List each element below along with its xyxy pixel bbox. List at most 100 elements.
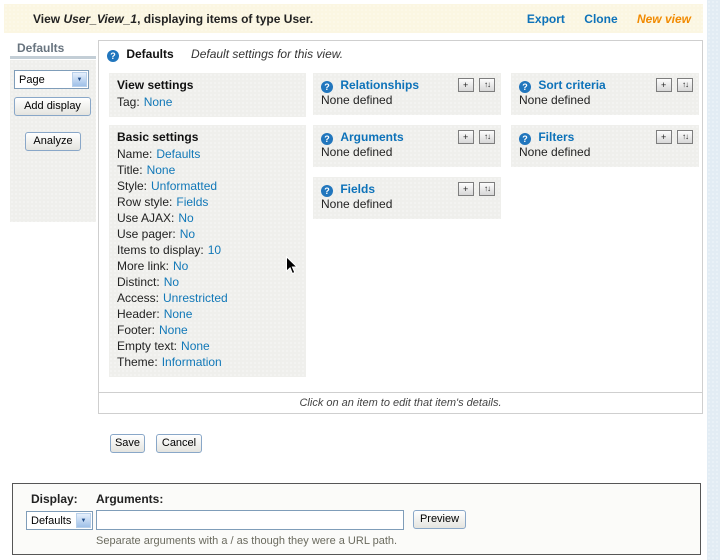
setting-label: Theme: bbox=[117, 355, 158, 369]
display-type-select[interactable]: Page ▼ bbox=[14, 70, 89, 89]
setting-value-link[interactable]: 10 bbox=[208, 243, 221, 257]
box-actions: + ↑↓ bbox=[456, 78, 495, 92]
rearrange-icon[interactable]: ↑↓ bbox=[677, 130, 693, 144]
header-links: Export Clone New view bbox=[511, 12, 691, 26]
box-actions: + ↑↓ bbox=[654, 78, 693, 92]
setting-label: Tag: bbox=[117, 95, 140, 109]
view-settings-title: View settings bbox=[117, 78, 194, 92]
mouse-cursor-icon bbox=[286, 256, 299, 275]
preview-display-label: Display: bbox=[31, 492, 78, 506]
arguments-box: ? Arguments + ↑↓ None defined bbox=[313, 125, 501, 167]
preview-arguments-input[interactable] bbox=[96, 510, 404, 530]
sort-criteria-title-link[interactable]: Sort criteria bbox=[538, 78, 605, 92]
setting-label: Empty text: bbox=[117, 339, 178, 353]
rearrange-icon[interactable]: ↑↓ bbox=[479, 78, 495, 92]
add-icon[interactable]: + bbox=[457, 130, 474, 144]
arguments-title-link[interactable]: Arguments bbox=[340, 130, 403, 144]
relationships-box: ? Relationships + ↑↓ None defined bbox=[313, 73, 501, 115]
setting-value-link[interactable]: Information bbox=[162, 355, 222, 369]
relationships-empty: None defined bbox=[321, 93, 393, 107]
fields-title-link[interactable]: Fields bbox=[340, 182, 375, 196]
setting-label: More link: bbox=[117, 259, 170, 273]
box-actions: + ↑↓ bbox=[456, 182, 495, 196]
help-icon[interactable]: ? bbox=[321, 185, 333, 197]
rearrange-icon[interactable]: ↑↓ bbox=[479, 130, 495, 144]
setting-label: Style: bbox=[117, 179, 148, 193]
help-icon[interactable]: ? bbox=[321, 81, 333, 93]
setting-label: Use pager: bbox=[117, 227, 176, 241]
add-display-button[interactable]: Add display bbox=[14, 97, 91, 116]
relationships-title-link[interactable]: Relationships bbox=[340, 78, 419, 92]
page-title: View User_View_1, displaying items of ty… bbox=[33, 12, 313, 26]
setting-label: Header: bbox=[117, 307, 160, 321]
setting-value-link[interactable]: No bbox=[178, 211, 193, 225]
panel-subtitle: Default settings for this view. bbox=[191, 47, 344, 61]
live-preview-box: Display: Defaults ▼ Arguments: Preview S… bbox=[12, 483, 701, 555]
setting-value-link[interactable]: None bbox=[147, 163, 176, 177]
setting-value-link[interactable]: Fields bbox=[176, 195, 208, 209]
setting-label: Title: bbox=[117, 163, 143, 177]
setting-row: More link: No bbox=[117, 258, 298, 274]
preview-display-select[interactable]: Defaults ▼ bbox=[26, 511, 93, 530]
edit-hint-text: Click on an item to edit that item's det… bbox=[99, 392, 702, 413]
add-icon[interactable]: + bbox=[457, 78, 474, 92]
new-view-link[interactable]: New view bbox=[637, 12, 691, 26]
setting-value-link[interactable]: None bbox=[164, 307, 193, 321]
box-actions: + ↑↓ bbox=[654, 130, 693, 144]
setting-value-link[interactable]: None bbox=[181, 339, 210, 353]
filters-title-link[interactable]: Filters bbox=[538, 130, 574, 144]
add-icon[interactable]: + bbox=[655, 130, 672, 144]
cancel-button[interactable]: Cancel bbox=[156, 434, 202, 453]
setting-row: Title: None bbox=[117, 162, 298, 178]
help-icon[interactable]: ? bbox=[321, 133, 333, 145]
tab-defaults[interactable]: Defaults bbox=[10, 40, 96, 59]
setting-value-link[interactable]: None bbox=[159, 323, 188, 337]
help-icon[interactable]: ? bbox=[519, 81, 531, 93]
chevron-down-icon: ▼ bbox=[72, 72, 87, 87]
help-icon[interactable]: ? bbox=[107, 50, 119, 62]
rearrange-icon[interactable]: ↑↓ bbox=[677, 78, 693, 92]
setting-value-link[interactable]: Unrestricted bbox=[163, 291, 228, 305]
setting-value-link[interactable]: Defaults bbox=[156, 147, 200, 161]
setting-value-link[interactable]: No bbox=[173, 259, 188, 273]
view-header-bar: View User_View_1, displaying items of ty… bbox=[4, 4, 703, 33]
filters-box: ? Filters + ↑↓ None defined bbox=[511, 125, 699, 167]
setting-value-link[interactable]: Unformatted bbox=[151, 179, 217, 193]
setting-row: Theme: Information bbox=[117, 354, 298, 370]
save-button[interactable]: Save bbox=[110, 434, 145, 453]
add-icon[interactable]: + bbox=[457, 182, 474, 196]
setting-label: Use AJAX: bbox=[117, 211, 175, 225]
setting-label: Access: bbox=[117, 291, 160, 305]
arguments-empty: None defined bbox=[321, 145, 393, 159]
preview-button[interactable]: Preview bbox=[413, 510, 466, 529]
setting-value-link[interactable]: No bbox=[180, 227, 195, 241]
rearrange-icon[interactable]: ↑↓ bbox=[479, 182, 495, 196]
setting-row: Access: Unrestricted bbox=[117, 290, 298, 306]
setting-row: Tag: None bbox=[117, 94, 298, 110]
page-title-prefix: View bbox=[33, 11, 64, 26]
view-name: User_View_1 bbox=[63, 11, 138, 26]
setting-value-link[interactable]: None bbox=[144, 95, 173, 109]
export-link[interactable]: Export bbox=[527, 12, 565, 26]
display-type-select-value: Page bbox=[19, 74, 45, 86]
setting-row: Distinct: No bbox=[117, 274, 298, 290]
clone-link[interactable]: Clone bbox=[584, 12, 617, 26]
setting-row: Name: Defaults bbox=[117, 146, 298, 162]
views-ui-screen: View User_View_1, displaying items of ty… bbox=[0, 0, 720, 560]
setting-row: Style: Unformatted bbox=[117, 178, 298, 194]
page-title-suffix: , displaying items of type User. bbox=[137, 11, 314, 26]
setting-label: Distinct: bbox=[117, 275, 160, 289]
filters-empty: None defined bbox=[519, 145, 591, 159]
help-icon[interactable]: ? bbox=[519, 133, 531, 145]
basic-settings-title: Basic settings bbox=[117, 130, 199, 144]
analyze-button[interactable]: Analyze bbox=[25, 132, 81, 151]
setting-label: Items to display: bbox=[117, 243, 204, 257]
displays-sidebar: Defaults Page ▼ Add display Analyze bbox=[10, 40, 96, 222]
add-icon[interactable]: + bbox=[655, 78, 672, 92]
setting-value-link[interactable]: No bbox=[164, 275, 179, 289]
preview-arguments-label: Arguments: bbox=[96, 492, 164, 506]
basic-settings-box: Basic settings Name: Defaults Title: None … bbox=[109, 125, 306, 377]
sort-criteria-empty: None defined bbox=[519, 93, 591, 107]
view-edit-panel: ? Defaults Default settings for this vie… bbox=[98, 40, 703, 414]
panel-title: Defaults bbox=[126, 47, 174, 61]
